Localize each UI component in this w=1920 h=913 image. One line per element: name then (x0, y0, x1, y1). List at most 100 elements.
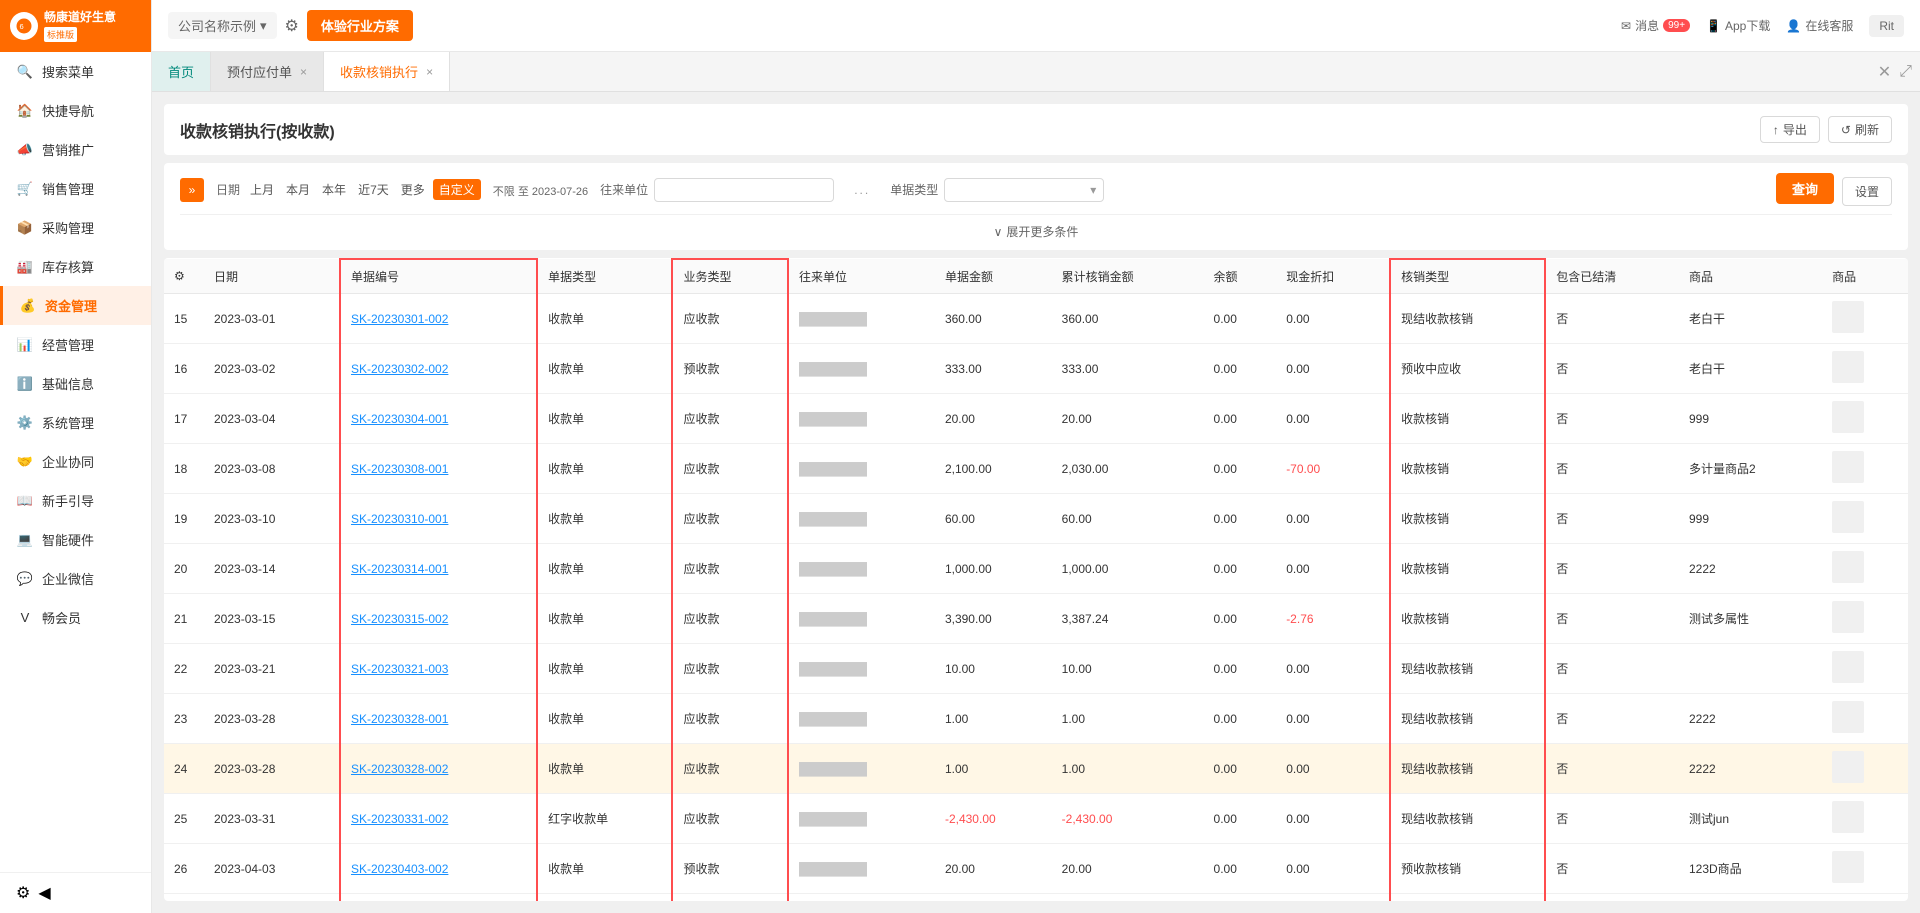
cell-product: 老白干 (1679, 344, 1822, 394)
tab-expand-button[interactable]: ⤢ (1899, 63, 1912, 81)
cell-doc-no[interactable]: SK-20230321-003 (340, 644, 537, 694)
cell-date: 2023-03-21 (204, 644, 340, 694)
table-row: 222023-03-21SK-20230321-003收款单应收款███████… (164, 644, 1908, 694)
sidebar-item-operations[interactable]: 📊 经营管理 (0, 325, 151, 364)
cell-doc-no[interactable]: SK-20230302-002 (340, 344, 537, 394)
cell-cash-discount: 0.00 (1276, 894, 1390, 902)
sidebar-item-purchase[interactable]: 📦 采购管理 (0, 208, 151, 247)
sidebar-item-system[interactable]: ⚙️ 系统管理 (0, 403, 151, 442)
app-download-item[interactable]: 📱 App下载 (1706, 17, 1770, 34)
cell-doc-no[interactable]: SK-20230301-002 (340, 294, 537, 344)
cell-include-settled: 否 (1545, 744, 1679, 794)
query-button[interactable]: 查询 (1776, 173, 1834, 204)
sidebar-item-inventory[interactable]: 🏭 库存核算 (0, 247, 151, 286)
messages-label: 消息 (1635, 17, 1659, 34)
cell-product-img (1822, 444, 1908, 494)
sidebar-item-enterprise[interactable]: 🤝 企业协同 (0, 442, 151, 481)
sidebar-item-marketing[interactable]: 📣 营销推广 (0, 130, 151, 169)
sidebar-item-wechat[interactable]: 💬 企业微信 (0, 559, 151, 598)
sidebar-item-label: 资金管理 (45, 296, 97, 315)
marketing-icon: 📣 (16, 141, 34, 159)
cell-doc-no[interactable]: SK-20230310-001 (340, 494, 537, 544)
table-row: 202023-03-14SK-20230314-001收款单应收款███████… (164, 544, 1908, 594)
sidebar-item-search[interactable]: 🔍 搜索菜单 (0, 52, 151, 91)
filter-collapse-btn[interactable]: » (180, 178, 204, 202)
col-settings[interactable]: ⚙ (164, 259, 204, 294)
tab-home[interactable]: 首页 (152, 52, 211, 91)
cell-balance: 0.00 (1204, 444, 1277, 494)
date-this-year[interactable]: 本年 (318, 179, 350, 200)
enterprise-icon: 🤝 (16, 453, 34, 471)
sidebar-collapse-icon[interactable]: ◀ (38, 883, 50, 903)
sidebar-menu: 🔍 搜索菜单 🏠 快捷导航 📣 营销推广 🛒 销售管理 📦 采购管理 🏭 库存核… (0, 52, 151, 872)
cell-amount: 20.00 (935, 394, 1052, 444)
tab-close-all-button[interactable]: ✕ (1878, 62, 1891, 82)
sidebar-settings-icon[interactable]: ⚙ (16, 883, 30, 903)
date-last-month[interactable]: 上月 (246, 179, 278, 200)
date-custom[interactable]: 自定义 (433, 179, 481, 200)
cell-product: 老白干 (1679, 294, 1822, 344)
cell-product-img (1822, 844, 1908, 894)
cell-doc-no[interactable]: SK-20230315-002 (340, 594, 537, 644)
cell-date: 2023-03-14 (204, 544, 340, 594)
message-badge: 99+ (1663, 19, 1690, 32)
solutions-button[interactable]: 体验行业方案 (307, 10, 413, 41)
online-service-item[interactable]: 👤 在线客服 (1786, 17, 1853, 34)
table-row: 272023-04-08SK-20230408-001收款单应收款███████… (164, 894, 1908, 902)
cell-doc-no[interactable]: SK-20230308-001 (340, 444, 537, 494)
cell-doc-no[interactable]: SK-20230328-002 (340, 744, 537, 794)
operations-icon: 📊 (16, 336, 34, 354)
cell-cash-discount: 0.00 (1276, 644, 1390, 694)
date-this-month[interactable]: 本月 (282, 179, 314, 200)
cell-no: 24 (164, 744, 204, 794)
cell-amount: 1.00 (935, 744, 1052, 794)
cell-biz-type: 应收款 (672, 894, 788, 902)
sidebar-item-guide[interactable]: 📖 新手引导 (0, 481, 151, 520)
refresh-button[interactable]: ↺ 刷新 (1828, 116, 1892, 143)
date-more[interactable]: 更多 (397, 179, 429, 200)
cell-doc-no[interactable]: SK-20230314-001 (340, 544, 537, 594)
cell-product (1679, 644, 1822, 694)
settings-button[interactable]: ⚙ (285, 16, 299, 36)
messages-item[interactable]: ✉ 消息 99+ (1621, 17, 1690, 34)
cell-amount: 1,000.00 (935, 544, 1052, 594)
tab-prepaid-close[interactable]: × (300, 65, 307, 79)
sidebar-item-sales[interactable]: 🛒 销售管理 (0, 169, 151, 208)
user-item[interactable]: Rit (1869, 15, 1904, 37)
sidebar-item-member[interactable]: V 畅会员 (0, 598, 151, 637)
cell-doc-no[interactable]: SK-20230304-001 (340, 394, 537, 444)
cell-date: 2023-03-15 (204, 594, 340, 644)
inventory-icon: 🏭 (16, 258, 34, 276)
sidebar-item-quicknav[interactable]: 🏠 快捷导航 (0, 91, 151, 130)
tab-collection-close[interactable]: × (426, 65, 433, 79)
expand-more[interactable]: ∨ 展开更多条件 (180, 214, 1892, 240)
tab-collection[interactable]: 收款核销执行 × (324, 52, 450, 91)
table-scroll[interactable]: ⚙ 日期 单据编号 单据类型 业务类型 往来单位 单据金额 累计核销金额 余额 … (164, 258, 1908, 901)
sidebar-item-hardware[interactable]: 💻 智能硬件 (0, 520, 151, 559)
tab-collection-label: 收款核销执行 (340, 62, 418, 81)
cell-doc-type: 收款单 (537, 744, 672, 794)
cell-doc-no[interactable]: SK-20230408-001 (340, 894, 537, 902)
cell-include-settled: 否 (1545, 644, 1679, 694)
receipt-type-select[interactable] (944, 178, 1104, 202)
cell-doc-no[interactable]: SK-20230331-002 (340, 794, 537, 844)
cell-doc-no[interactable]: SK-20230328-001 (340, 694, 537, 744)
sidebar-item-finance[interactable]: 💰 资金管理 (0, 286, 151, 325)
cell-no: 20 (164, 544, 204, 594)
cell-no: 23 (164, 694, 204, 744)
tab-prepaid[interactable]: 预付应付单 × (211, 52, 324, 91)
counterpart-input[interactable] (654, 178, 834, 202)
cell-doc-no[interactable]: SK-20230403-002 (340, 844, 537, 894)
sidebar-item-basic[interactable]: ℹ️ 基础信息 (0, 364, 151, 403)
export-button[interactable]: ↑ 导出 (1760, 116, 1820, 143)
col-amount: 单据金额 (935, 259, 1052, 294)
sidebar-item-label: 畅会员 (42, 608, 81, 627)
filter-settings-button[interactable]: 设置 (1842, 177, 1892, 206)
cell-date: 2023-03-28 (204, 694, 340, 744)
user-label: Rit (1869, 15, 1904, 37)
cell-doc-type: 收款单 (537, 894, 672, 902)
sidebar-item-label: 系统管理 (42, 413, 94, 432)
company-selector[interactable]: 公司名称示例 ▾ (168, 12, 277, 39)
date-7days[interactable]: 近7天 (354, 179, 393, 200)
cell-no: 27 (164, 894, 204, 902)
